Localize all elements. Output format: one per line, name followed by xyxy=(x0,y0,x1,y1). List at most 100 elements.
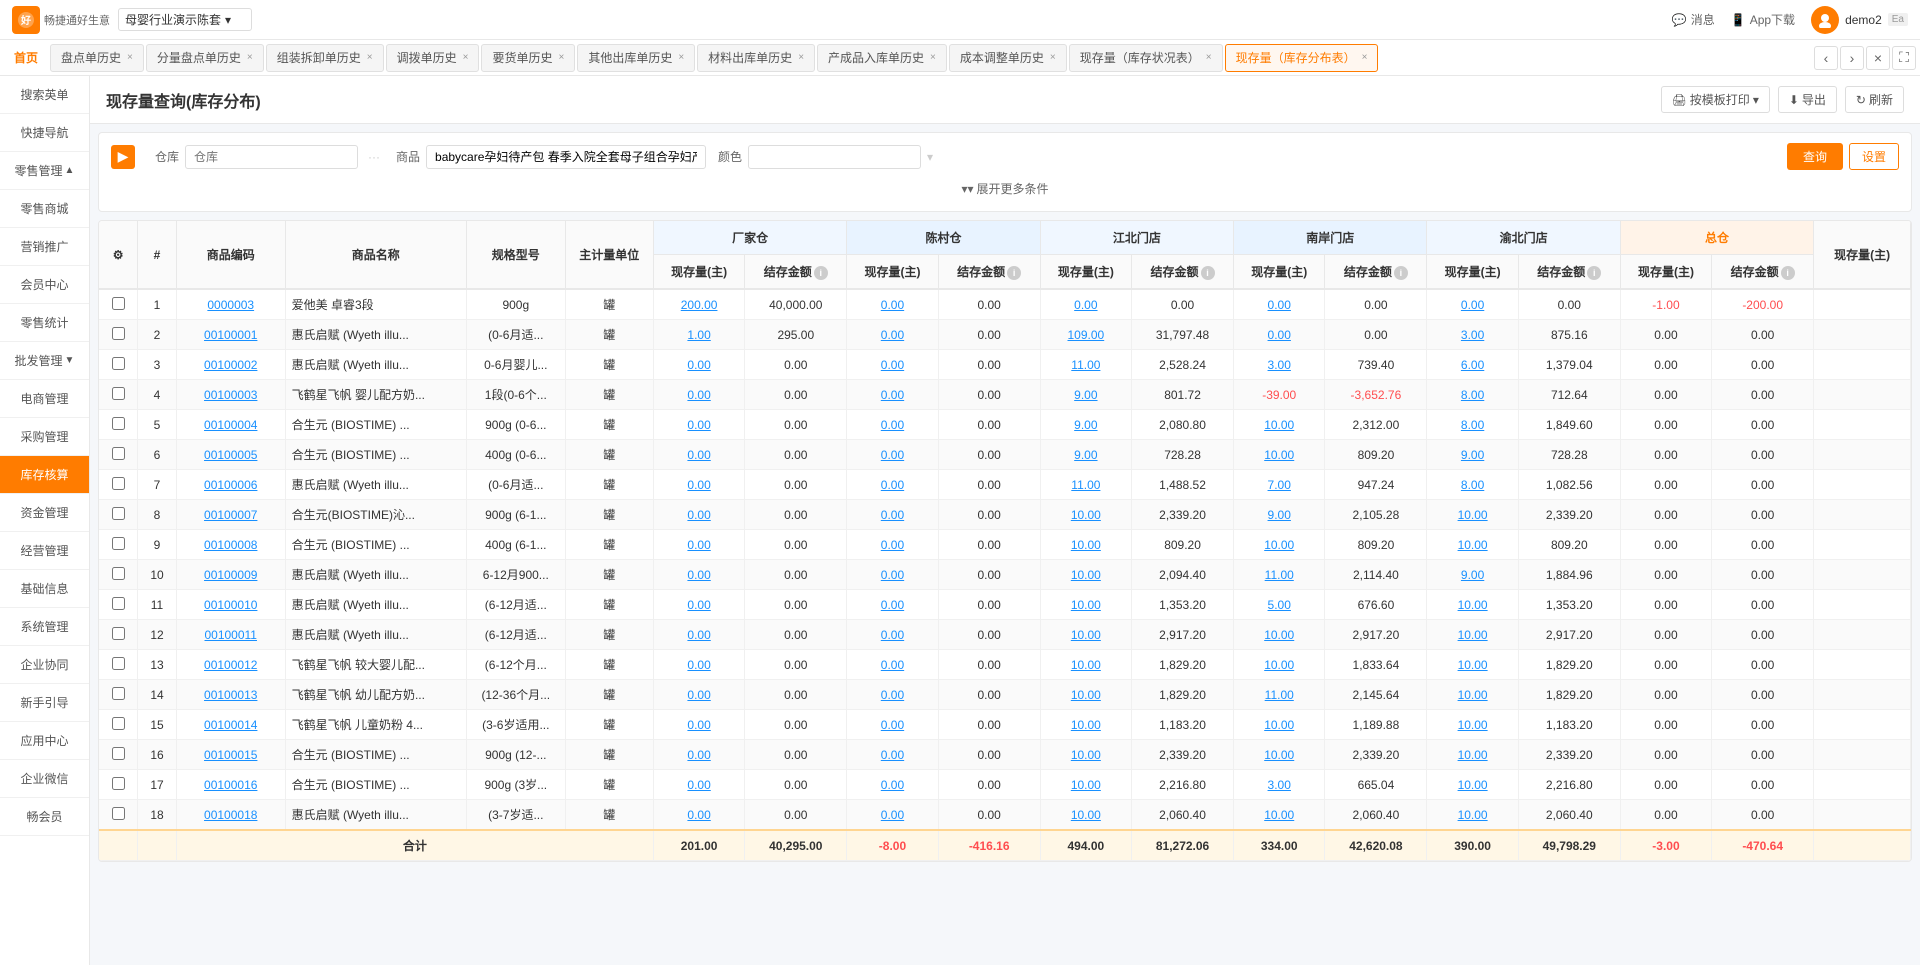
sidebar-item-basic[interactable]: 基础信息 xyxy=(0,570,89,608)
row-settings[interactable] xyxy=(99,740,138,770)
row-settings[interactable] xyxy=(99,470,138,500)
tab-close-reqlist[interactable]: × xyxy=(558,52,564,63)
row-checkbox[interactable] xyxy=(112,297,125,310)
info-icon[interactable]: i xyxy=(1201,266,1215,280)
sidebar-item-system[interactable]: 系统管理 xyxy=(0,608,89,646)
print-button[interactable]: 🖨 按模板打印 ▾ xyxy=(1661,86,1770,113)
row-settings[interactable] xyxy=(99,530,138,560)
sidebar-item-guide[interactable]: 新手引导 xyxy=(0,684,89,722)
tab-invstat[interactable]: 现存量（库存状况表） × xyxy=(1069,44,1223,72)
row-settings[interactable] xyxy=(99,800,138,831)
row-settings[interactable] xyxy=(99,650,138,680)
warehouse-input[interactable] xyxy=(185,145,358,169)
tab-stocklist[interactable]: 盘点单历史 × xyxy=(50,44,144,72)
row-checkbox[interactable] xyxy=(112,387,125,400)
color-input[interactable] xyxy=(748,145,921,169)
setting-button[interactable]: 设置 xyxy=(1849,143,1899,170)
sidebar-item-inventory[interactable]: 库存核算 xyxy=(0,456,89,494)
query-button[interactable]: 查询 xyxy=(1787,143,1843,170)
industry-select[interactable]: 母婴行业演示陈套 ▾ xyxy=(118,8,252,31)
sidebar-item-marketing[interactable]: 营销推广 xyxy=(0,228,89,266)
row-settings[interactable] xyxy=(99,289,138,320)
export-button[interactable]: ⬇ 导出 xyxy=(1778,86,1837,113)
row-settings[interactable] xyxy=(99,410,138,440)
sidebar-item-purchase[interactable]: 采购管理 xyxy=(0,418,89,456)
tab-close-otherout[interactable]: × xyxy=(678,52,684,63)
row-settings[interactable] xyxy=(99,560,138,590)
row-settings[interactable] xyxy=(99,620,138,650)
row-checkbox[interactable] xyxy=(112,627,125,640)
refresh-button[interactable]: ↻ 刷新 xyxy=(1845,86,1904,113)
user-area[interactable]: demo2 Ea xyxy=(1811,6,1908,34)
sidebar-item-retailstat[interactable]: 零售统计 xyxy=(0,304,89,342)
warehouse-dots[interactable]: ··· xyxy=(364,150,384,164)
row-settings[interactable] xyxy=(99,320,138,350)
row-settings[interactable] xyxy=(99,500,138,530)
tab-transfer[interactable]: 调拨单历史 × xyxy=(386,44,480,72)
row-checkbox[interactable] xyxy=(112,417,125,430)
sidebar-item-retail[interactable]: 零售管理▲ xyxy=(0,152,89,190)
tab-invdist[interactable]: 现存量（库存分布表） × xyxy=(1225,44,1379,72)
row-checkbox[interactable] xyxy=(112,807,125,820)
row-settings[interactable] xyxy=(99,710,138,740)
row-checkbox[interactable] xyxy=(112,447,125,460)
sidebar-item-vip[interactable]: 畅会员 xyxy=(0,798,89,836)
sidebar-item-search[interactable]: 搜索英单 xyxy=(0,76,89,114)
sidebar-item-ecom[interactable]: 电商管理 xyxy=(0,380,89,418)
row-checkbox[interactable] xyxy=(112,507,125,520)
sidebar-item-retailshop[interactable]: 零售商城 xyxy=(0,190,89,228)
color-dropdown-icon[interactable]: ▾ xyxy=(927,150,933,164)
sidebar-item-nav[interactable]: 快捷导航 xyxy=(0,114,89,152)
tab-home[interactable]: 首页 xyxy=(4,44,48,72)
tab-close-all-btn[interactable]: × xyxy=(1866,46,1890,70)
row-checkbox[interactable] xyxy=(112,777,125,790)
row-settings[interactable] xyxy=(99,350,138,380)
row-checkbox[interactable] xyxy=(112,717,125,730)
tab-assembly[interactable]: 组装拆卸单历史 × xyxy=(266,44,384,72)
row-checkbox[interactable] xyxy=(112,687,125,700)
sidebar-item-wholesale[interactable]: 批发管理▼ xyxy=(0,342,89,380)
tab-close-prodin[interactable]: × xyxy=(930,52,936,63)
row-checkbox[interactable] xyxy=(112,537,125,550)
row-checkbox[interactable] xyxy=(112,327,125,340)
tab-otherout[interactable]: 其他出库单历史 × xyxy=(577,44,695,72)
expand-button[interactable]: ▾▾ 展开更多条件 xyxy=(953,176,1056,201)
row-settings[interactable] xyxy=(99,590,138,620)
tab-close-transfer[interactable]: × xyxy=(463,52,469,63)
row-checkbox[interactable] xyxy=(112,567,125,580)
tab-diststock[interactable]: 分量盘点单历史 × xyxy=(146,44,264,72)
row-checkbox[interactable] xyxy=(112,657,125,670)
col-settings-header[interactable]: ⚙ xyxy=(99,221,138,289)
row-settings[interactable] xyxy=(99,380,138,410)
row-checkbox[interactable] xyxy=(112,477,125,490)
sidebar-item-member[interactable]: 会员中心 xyxy=(0,266,89,304)
tab-close-assembly[interactable]: × xyxy=(367,52,373,63)
tab-reqlist[interactable]: 要货单历史 × xyxy=(481,44,575,72)
tab-close-matout[interactable]: × xyxy=(798,52,804,63)
tab-next-btn[interactable]: › xyxy=(1840,46,1864,70)
app-download-button[interactable]: 📱 App下载 xyxy=(1731,11,1795,28)
tab-close-invstat[interactable]: × xyxy=(1206,52,1212,63)
product-input[interactable] xyxy=(426,145,706,169)
tab-close-invdist[interactable]: × xyxy=(1362,52,1368,63)
info-icon[interactable]: i xyxy=(1587,266,1601,280)
sidebar-item-appcenter[interactable]: 应用中心 xyxy=(0,722,89,760)
sidebar-item-ops[interactable]: 经营管理 xyxy=(0,532,89,570)
sidebar-item-enterprise[interactable]: 企业协同 xyxy=(0,646,89,684)
tab-costadjust[interactable]: 成本调整单历史 × xyxy=(949,44,1067,72)
info-icon[interactable]: i xyxy=(1007,266,1021,280)
filter-toggle-btn[interactable]: ▶ xyxy=(111,145,135,169)
row-checkbox[interactable] xyxy=(112,597,125,610)
sidebar-item-finance[interactable]: 资金管理 xyxy=(0,494,89,532)
row-settings[interactable] xyxy=(99,680,138,710)
tab-close-diststock[interactable]: × xyxy=(247,52,253,63)
row-checkbox[interactable] xyxy=(112,357,125,370)
info-icon[interactable]: i xyxy=(1394,266,1408,280)
tab-prodin[interactable]: 产成品入库单历史 × xyxy=(817,44,947,72)
tab-prev-btn[interactable]: ‹ xyxy=(1814,46,1838,70)
tab-close-costadjust[interactable]: × xyxy=(1050,52,1056,63)
row-settings[interactable] xyxy=(99,770,138,800)
info-icon[interactable]: i xyxy=(814,266,828,280)
msg-button[interactable]: 💬 消息 xyxy=(1672,11,1715,28)
info-icon[interactable]: i xyxy=(1781,266,1795,280)
